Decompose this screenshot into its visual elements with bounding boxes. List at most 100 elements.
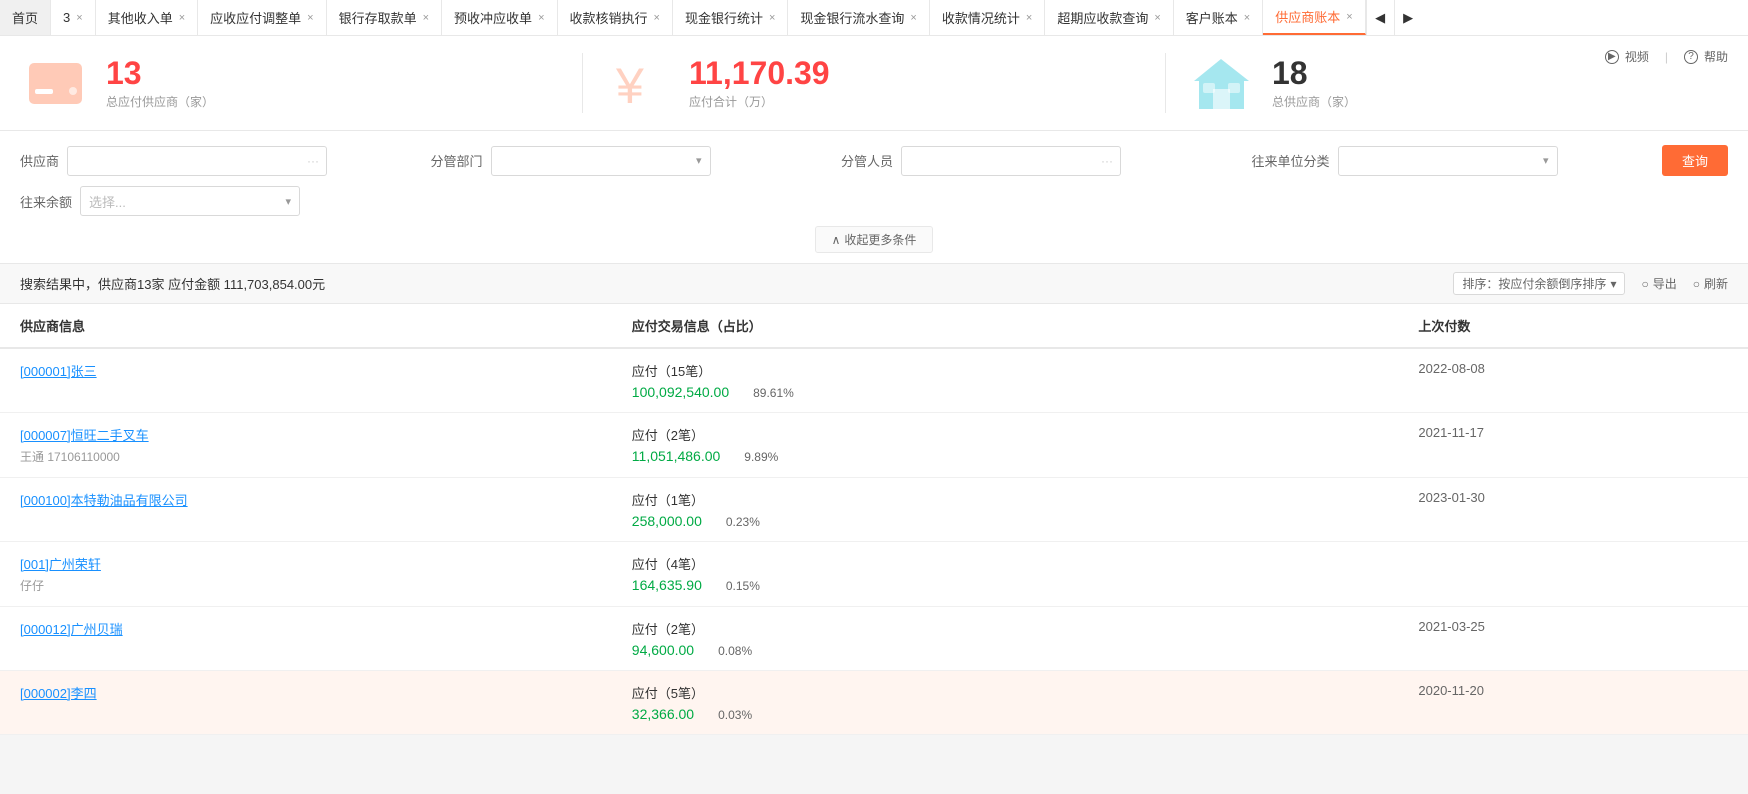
supplier-link[interactable]: [000002]李四 bbox=[20, 686, 97, 701]
nav-prepay-close[interactable]: × bbox=[538, 12, 544, 24]
nav-overdue-close[interactable]: × bbox=[1154, 12, 1160, 24]
search-area: 供应商 ··· 分管部门 ▾ 分管人员 ··· 往来单位分类 ▾ 查询 bbox=[0, 131, 1748, 264]
help-link[interactable]: ? 帮助 bbox=[1684, 48, 1728, 65]
nav-prepay[interactable]: 预收冲应收单 × bbox=[442, 0, 557, 35]
nav-other-income-close[interactable]: × bbox=[179, 12, 185, 24]
nav-collection-close[interactable]: × bbox=[654, 12, 660, 24]
nav-supplier-book-close[interactable]: × bbox=[1346, 11, 1352, 23]
table-row: [001]广州荣轩仔仔应付（4笔） 164,635.90 0.15% bbox=[0, 542, 1748, 607]
tx-label: 应付（5笔） bbox=[632, 683, 1379, 702]
last-payment-date: 2023-01-30 bbox=[1418, 490, 1485, 505]
tx-cell: 应付（4笔） 164,635.90 0.15% bbox=[612, 542, 1399, 607]
nav-collection[interactable]: 收款核销执行 × bbox=[558, 0, 673, 35]
nav-customer-book[interactable]: 客户账本 × bbox=[1174, 0, 1263, 35]
tx-cell: 应付（15笔） 100,092,540.00 89.61% bbox=[612, 348, 1399, 413]
top-links: ▶ 视频 | ? 帮助 bbox=[1605, 48, 1728, 65]
nav-cash-stat[interactable]: 现金银行统计 × bbox=[673, 0, 788, 35]
nav-tab-3[interactable]: 3 × bbox=[51, 0, 96, 35]
last-payment-cell: 2021-11-17 bbox=[1398, 413, 1748, 478]
nav-scroll-right[interactable]: ▶ bbox=[1394, 0, 1422, 35]
supplier-input[interactable] bbox=[67, 146, 327, 176]
supplier-cell: [000007]恒旺二手叉车王通 17106110000 bbox=[0, 413, 612, 478]
tx-amount[interactable]: 100,092,540.00 bbox=[632, 384, 729, 400]
refresh-action[interactable]: ○ 刷新 bbox=[1693, 275, 1728, 292]
department-select[interactable]: ▾ bbox=[491, 146, 711, 176]
tx-label: 应付（15笔） bbox=[632, 361, 1379, 380]
nav-receipt-stat-close[interactable]: × bbox=[1026, 12, 1032, 24]
last-payment-cell: 2021-03-25 bbox=[1398, 607, 1748, 671]
supplier-link[interactable]: [001]广州荣轩 bbox=[20, 557, 101, 572]
supplier-link[interactable]: [000100]本特勒油品有限公司 bbox=[20, 493, 188, 508]
link-separator: | bbox=[1665, 48, 1668, 65]
nav-cash-stat-close[interactable]: × bbox=[769, 12, 775, 24]
supplier-cell: [000100]本特勒油品有限公司 bbox=[0, 478, 612, 542]
supplier-link[interactable]: [000012]广州贝瑞 bbox=[20, 622, 123, 637]
stat-payable-icon bbox=[20, 48, 90, 118]
supplier-sub: 王通 17106110000 bbox=[20, 448, 592, 465]
category-select[interactable]: ▾ bbox=[1338, 146, 1558, 176]
col-supplier-info: 供应商信息 bbox=[0, 304, 612, 348]
sort-label: 排序：按应付余额倒序排序 bbox=[1462, 275, 1606, 292]
person-dots: ··· bbox=[1101, 154, 1113, 168]
supplier-link[interactable]: [000001]张三 bbox=[20, 364, 97, 379]
balance-arrow: ▾ bbox=[285, 195, 291, 208]
tx-amount[interactable]: 32,366.00 bbox=[632, 706, 694, 722]
nav-customer-book-close[interactable]: × bbox=[1244, 12, 1250, 24]
department-arrow: ▾ bbox=[696, 154, 702, 167]
col-tx-info: 应付交易信息（占比） bbox=[612, 304, 1399, 348]
supplier-cell: [000002]李四 bbox=[0, 671, 612, 735]
stat-payable-suppliers: 13 总应付供应商（家） bbox=[20, 48, 562, 118]
help-label: 帮助 bbox=[1704, 48, 1728, 65]
supplier-cell: [001]广州荣轩仔仔 bbox=[0, 542, 612, 607]
balance-select[interactable]: 选择... ▾ bbox=[80, 186, 300, 216]
collapse-up-icon: ∧ bbox=[832, 233, 841, 247]
tx-amount[interactable]: 258,000.00 bbox=[632, 513, 702, 529]
supplier-cell: [000012]广州贝瑞 bbox=[0, 607, 612, 671]
svg-text:¥: ¥ bbox=[615, 58, 644, 114]
nav-receipt-stat[interactable]: 收款情况统计 × bbox=[930, 0, 1045, 35]
supplier-cell: [000001]张三 bbox=[0, 348, 612, 413]
nav-other-income[interactable]: 其他收入单 × bbox=[96, 0, 198, 35]
nav-prepay-label: 预收冲应收单 bbox=[454, 8, 532, 27]
tx-amount[interactable]: 164,635.90 bbox=[632, 577, 702, 593]
video-link[interactable]: ▶ 视频 bbox=[1605, 48, 1649, 65]
nav-home[interactable]: 首页 bbox=[0, 0, 51, 35]
nav-scroll-left[interactable]: ◀ bbox=[1366, 0, 1394, 35]
collapse-button[interactable]: ∧ 收起更多条件 bbox=[815, 226, 934, 253]
tx-percent: 0.08% bbox=[718, 644, 752, 658]
result-bar: 搜索结果中，供应商13家 应付金额 111,703,854.00元 排序：按应付… bbox=[0, 264, 1748, 304]
nav-cash-flow-close[interactable]: × bbox=[910, 12, 916, 24]
stat-amount-icon: ¥ bbox=[603, 48, 673, 118]
table-header: 供应商信息 应付交易信息（占比） 上次付数 bbox=[0, 304, 1748, 348]
last-payment-date: 2022-08-08 bbox=[1418, 361, 1485, 376]
sort-select[interactable]: 排序：按应付余额倒序排序 ▾ bbox=[1453, 272, 1625, 295]
query-button[interactable]: 查询 bbox=[1662, 145, 1728, 176]
refresh-label: 刷新 bbox=[1704, 275, 1728, 292]
person-input[interactable] bbox=[901, 146, 1121, 176]
nav-tab-3-close[interactable]: × bbox=[76, 12, 82, 24]
result-actions: 排序：按应付余额倒序排序 ▾ ○ 导出 ○ 刷新 bbox=[1453, 272, 1728, 295]
last-payment-cell: 2020-11-20 bbox=[1398, 671, 1748, 735]
top-navigation: 首页 3 × 其他收入单 × 应收应付调整单 × 银行存取款单 × 预收冲应收单… bbox=[0, 0, 1748, 36]
tx-amount[interactable]: 94,600.00 bbox=[632, 642, 694, 658]
stats-bar: 13 总应付供应商（家） ¥ 11,170.39 应付合计（万） bbox=[0, 36, 1748, 131]
stat-shop-number: 18 bbox=[1272, 57, 1356, 89]
nav-adjust[interactable]: 应收应付调整单 × bbox=[198, 0, 326, 35]
export-action[interactable]: ○ 导出 bbox=[1641, 275, 1676, 292]
nav-cash-flow[interactable]: 现金银行流水查询 × bbox=[788, 0, 929, 35]
tx-cell: 应付（1笔） 258,000.00 0.23% bbox=[612, 478, 1399, 542]
last-payment-cell: 2023-01-30 bbox=[1398, 478, 1748, 542]
nav-supplier-book[interactable]: 供应商账本 × bbox=[1263, 0, 1365, 35]
stat-payable-info: 13 总应付供应商（家） bbox=[106, 57, 214, 110]
supplier-table: 供应商信息 应付交易信息（占比） 上次付数 [000001]张三 应付（15笔） … bbox=[0, 304, 1748, 735]
tx-amount[interactable]: 11,051,486.00 bbox=[632, 448, 721, 464]
nav-bank[interactable]: 银行存取款单 × bbox=[327, 0, 442, 35]
balance-field: 往来余额 选择... ▾ bbox=[20, 186, 1728, 216]
nav-overdue[interactable]: 超期应收款查询 × bbox=[1045, 0, 1173, 35]
nav-bank-label: 银行存取款单 bbox=[339, 8, 417, 27]
stat-amount-label: 应付合计（万） bbox=[689, 93, 830, 110]
nav-adjust-close[interactable]: × bbox=[307, 12, 313, 24]
video-label: 视频 bbox=[1625, 48, 1649, 65]
nav-bank-close[interactable]: × bbox=[423, 12, 429, 24]
supplier-link[interactable]: [000007]恒旺二手叉车 bbox=[20, 428, 149, 443]
